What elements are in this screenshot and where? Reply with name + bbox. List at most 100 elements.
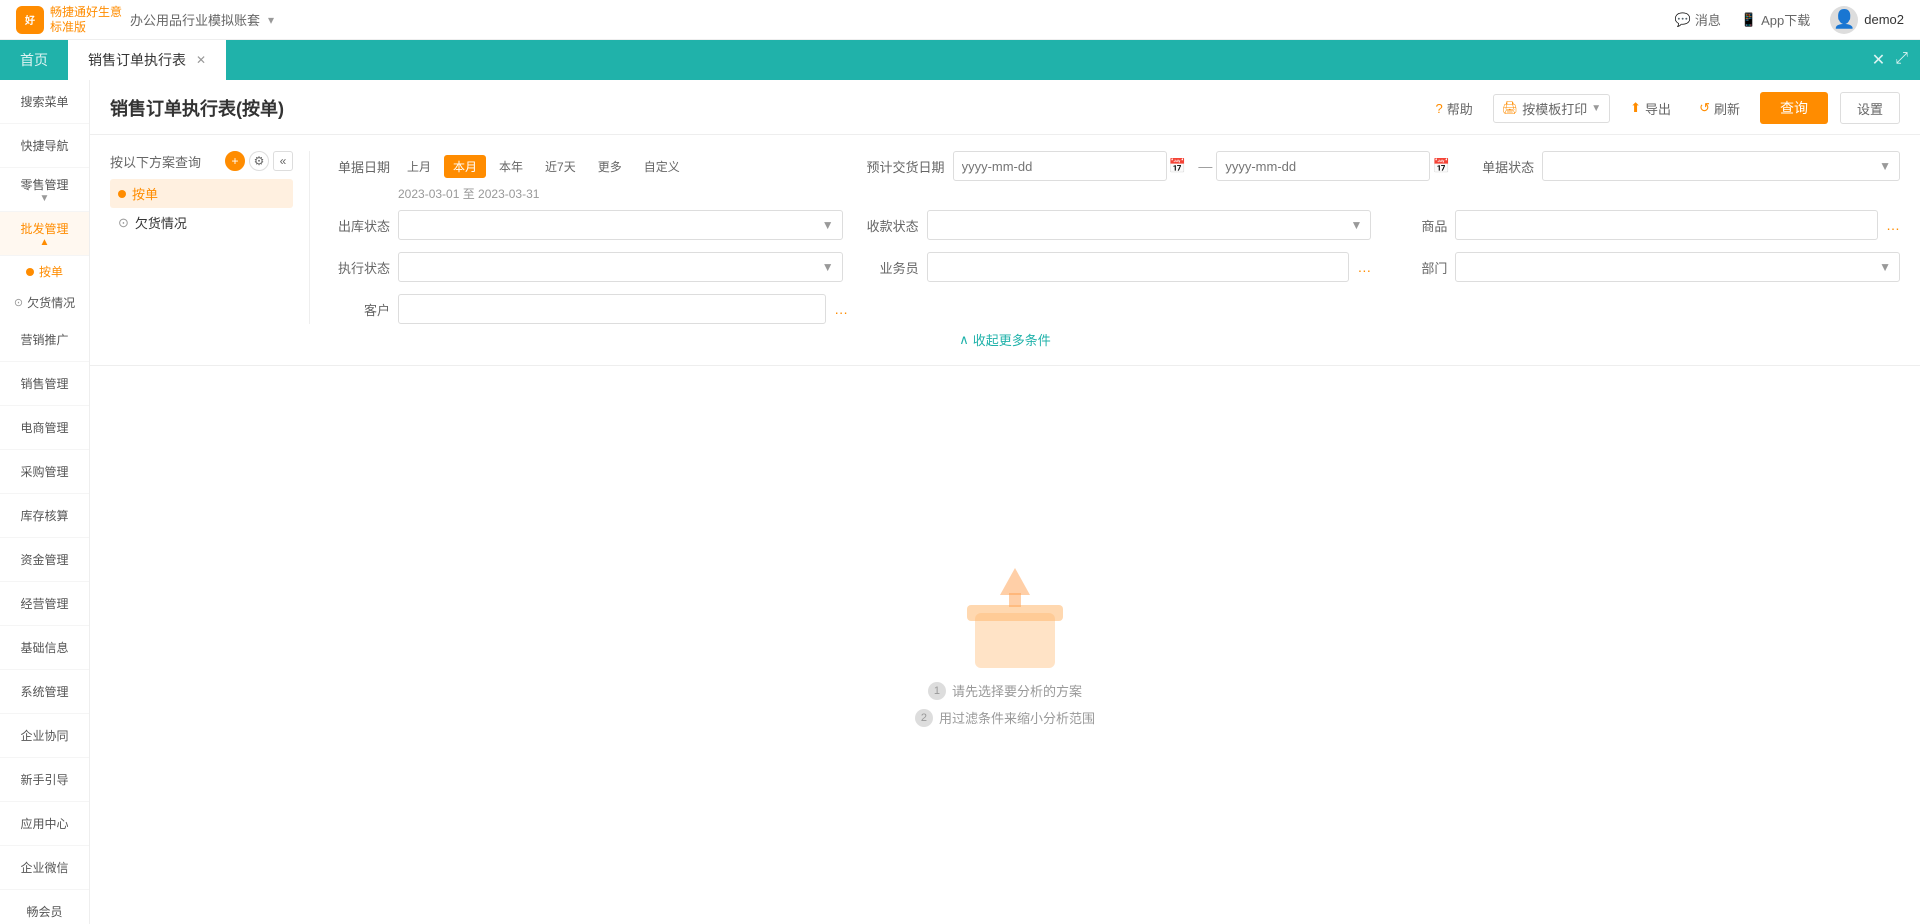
period-this-month[interactable]: 本月 [444,155,486,178]
salesperson-ellipsis-icon[interactable]: … [1357,259,1371,275]
filter-layout: 按以下方案查询 + ⚙ « 按单 ⊙ [110,151,1900,324]
salesperson-input[interactable] [927,252,1350,282]
expected-date-from[interactable] [953,151,1167,181]
period-last7days[interactable]: 近7天 [536,155,585,178]
empty-illustration-svg [955,563,1075,673]
department-select[interactable]: ▼ [1455,252,1900,282]
user-area[interactable]: 👤 demo2 [1830,6,1904,34]
print-arrow-icon: ▼ [1591,103,1601,114]
page-content: 销售订单执行表(按单) ? 帮助 🖨 按模板打印 ▼ ⬆ 导出 [90,80,1920,924]
sidebar-item-wholesale[interactable]: 批发管理 ▲ [0,212,89,256]
delivery-status-select[interactable]: ▼ [398,210,843,240]
sidebar-sub-debt[interactable]: ⊙ 欠货情况 [0,287,89,318]
export-btn[interactable]: ⬆ 导出 [1622,95,1679,122]
message-btn[interactable]: 💬 消息 [1675,10,1721,29]
sidebar-item-member[interactable]: 畅会员 [0,890,89,924]
app-download-btn[interactable]: 📱 App下载 [1741,10,1810,29]
sidebar-item-finance[interactable]: 资金管理 [0,538,89,582]
logo-icon: 好 [16,6,44,34]
payment-status-select[interactable]: ▼ [927,210,1372,240]
expected-date-to[interactable] [1216,151,1430,181]
active-dot [26,268,34,276]
filter-row-4: 客户 … [330,294,1900,324]
calendar-from-icon: 📅 [1169,158,1186,175]
payment-status-label: 收款状态 [859,216,919,235]
goods-ellipsis-icon[interactable]: … [1886,217,1900,233]
settings-btn[interactable]: 设置 [1840,92,1900,124]
print-icon: 🖨 [1502,100,1519,116]
sidebar-item-sales[interactable]: 销售管理 [0,362,89,406]
sidebar-item-app-center[interactable]: 应用中心 [0,802,89,846]
tab-home[interactable]: 首页 [0,40,68,80]
breadcrumb-arrow[interactable]: ▾ [268,13,274,27]
cooperation-label: 企业协同 [20,727,68,744]
expected-date-from-wrap: 📅 [953,151,1195,181]
scheme-item-orders[interactable]: 按单 [110,179,293,208]
sidebar-sub-orders[interactable]: 按单 [0,256,89,287]
sidebar-item-quick-nav[interactable]: 快捷导航 [0,124,89,168]
filter-row-date-display: 2023-03-01 至 2023-03-31 [330,185,1900,202]
tab-maximize-icon[interactable]: ⤢ [1895,50,1908,70]
collapse-scheme-btn[interactable]: « [273,151,293,171]
date-separator: — [1198,158,1212,174]
period-this-year[interactable]: 本年 [490,155,532,178]
period-last-month[interactable]: 上月 [398,155,440,178]
data-area: 1 请先选择要分析的方案 2 用过滤条件来缩小分析范围 [90,366,1920,924]
delivery-status-arrow-icon: ▼ [822,218,834,232]
main-layout: 搜索菜单 快捷导航 零售管理 ▼ 批发管理 ▲ 按单 ⊙ 欠货情况 营销推广 [0,80,1920,924]
sidebar-item-ecommerce[interactable]: 电商管理 [0,406,89,450]
sidebar-item-inventory[interactable]: 库存核算 [0,494,89,538]
page-header-actions: ? 帮助 🖨 按模板打印 ▼ ⬆ 导出 ↺ 刷新 [1427,92,1900,134]
settings-scheme-btn[interactable]: ⚙ [249,151,269,171]
print-template-btn[interactable]: 🖨 按模板打印 ▼ [1493,94,1610,123]
sidebar-item-basic-info[interactable]: 基础信息 [0,626,89,670]
debt-scheme-icon: ⊙ [118,215,129,231]
period-custom[interactable]: 自定义 [635,155,689,178]
sidebar-item-system[interactable]: 系统管理 [0,670,89,714]
expected-date-label: 预计交货日期 [867,157,945,176]
empty-state: 1 请先选择要分析的方案 2 用过滤条件来缩小分析范围 [915,563,1095,727]
order-status-label: 单据状态 [1474,157,1534,176]
sidebar-item-search-menu[interactable]: 搜索菜单 [0,80,89,124]
date-range-display-field: 2023-03-01 至 2023-03-31 [330,185,851,202]
delivery-status-field: 出库状态 ▼ [330,210,843,240]
filter-left-actions: + ⚙ « [225,151,293,171]
newbie-label: 新手引导 [20,771,68,788]
sidebar-item-enterprise-wechat[interactable]: 企业微信 [0,846,89,890]
tab-sales-order[interactable]: 销售订单执行表 ✕ [68,40,226,80]
sidebar-item-newbie[interactable]: 新手引导 [0,758,89,802]
system-label: 系统管理 [20,683,68,700]
sidebar-item-cooperation[interactable]: 企业协同 [0,714,89,758]
finance-label: 资金管理 [20,551,68,568]
wholesale-arrow-icon: ▲ [40,237,50,248]
tab-close-icon[interactable]: ✕ [196,53,206,67]
customer-input[interactable] [398,294,826,324]
execution-status-select[interactable]: ▼ [398,252,843,282]
goods-field: 商品 … [1387,210,1900,240]
date-label: 单据日期 [330,157,390,176]
quick-nav-label: 快捷导航 [20,137,68,154]
top-bar: 好 畅捷通好生意 标准版 办公用品行业模拟账套 ▾ 💬 消息 📱 App下载 👤… [0,0,1920,40]
execution-status-label: 执行状态 [330,258,390,277]
scheme-item-debt[interactable]: ⊙ 欠货情况 [110,208,293,237]
customer-ellipsis-icon[interactable]: … [834,301,848,317]
refresh-btn[interactable]: ↺ 刷新 [1691,95,1748,122]
sidebar-item-retail[interactable]: 零售管理 ▼ [0,168,89,212]
tab-minimize-icon[interactable]: ✕ [1872,50,1885,70]
search-btn[interactable]: 查询 [1760,92,1828,124]
export-icon: ⬆ [1630,100,1641,116]
help-icon: ? [1435,101,1442,116]
page-header: 销售订单执行表(按单) ? 帮助 🖨 按模板打印 ▼ ⬆ 导出 [90,80,1920,135]
goods-input[interactable] [1455,210,1878,240]
payment-status-arrow-icon: ▼ [1350,218,1362,232]
order-status-select[interactable]: ▼ [1542,151,1900,181]
period-more[interactable]: 更多 [589,155,631,178]
sidebar-item-purchase[interactable]: 采购管理 [0,450,89,494]
scheme-label: 按以下方案查询 [110,152,201,171]
logo-area[interactable]: 好 畅捷通好生意 标准版 [16,5,122,34]
collapse-conditions-btn[interactable]: ∧ 收起更多条件 [110,324,1900,349]
add-scheme-btn[interactable]: + [225,151,245,171]
sidebar-item-operation[interactable]: 经营管理 [0,582,89,626]
help-btn[interactable]: ? 帮助 [1427,95,1480,122]
sidebar-item-marketing[interactable]: 营销推广 [0,318,89,362]
